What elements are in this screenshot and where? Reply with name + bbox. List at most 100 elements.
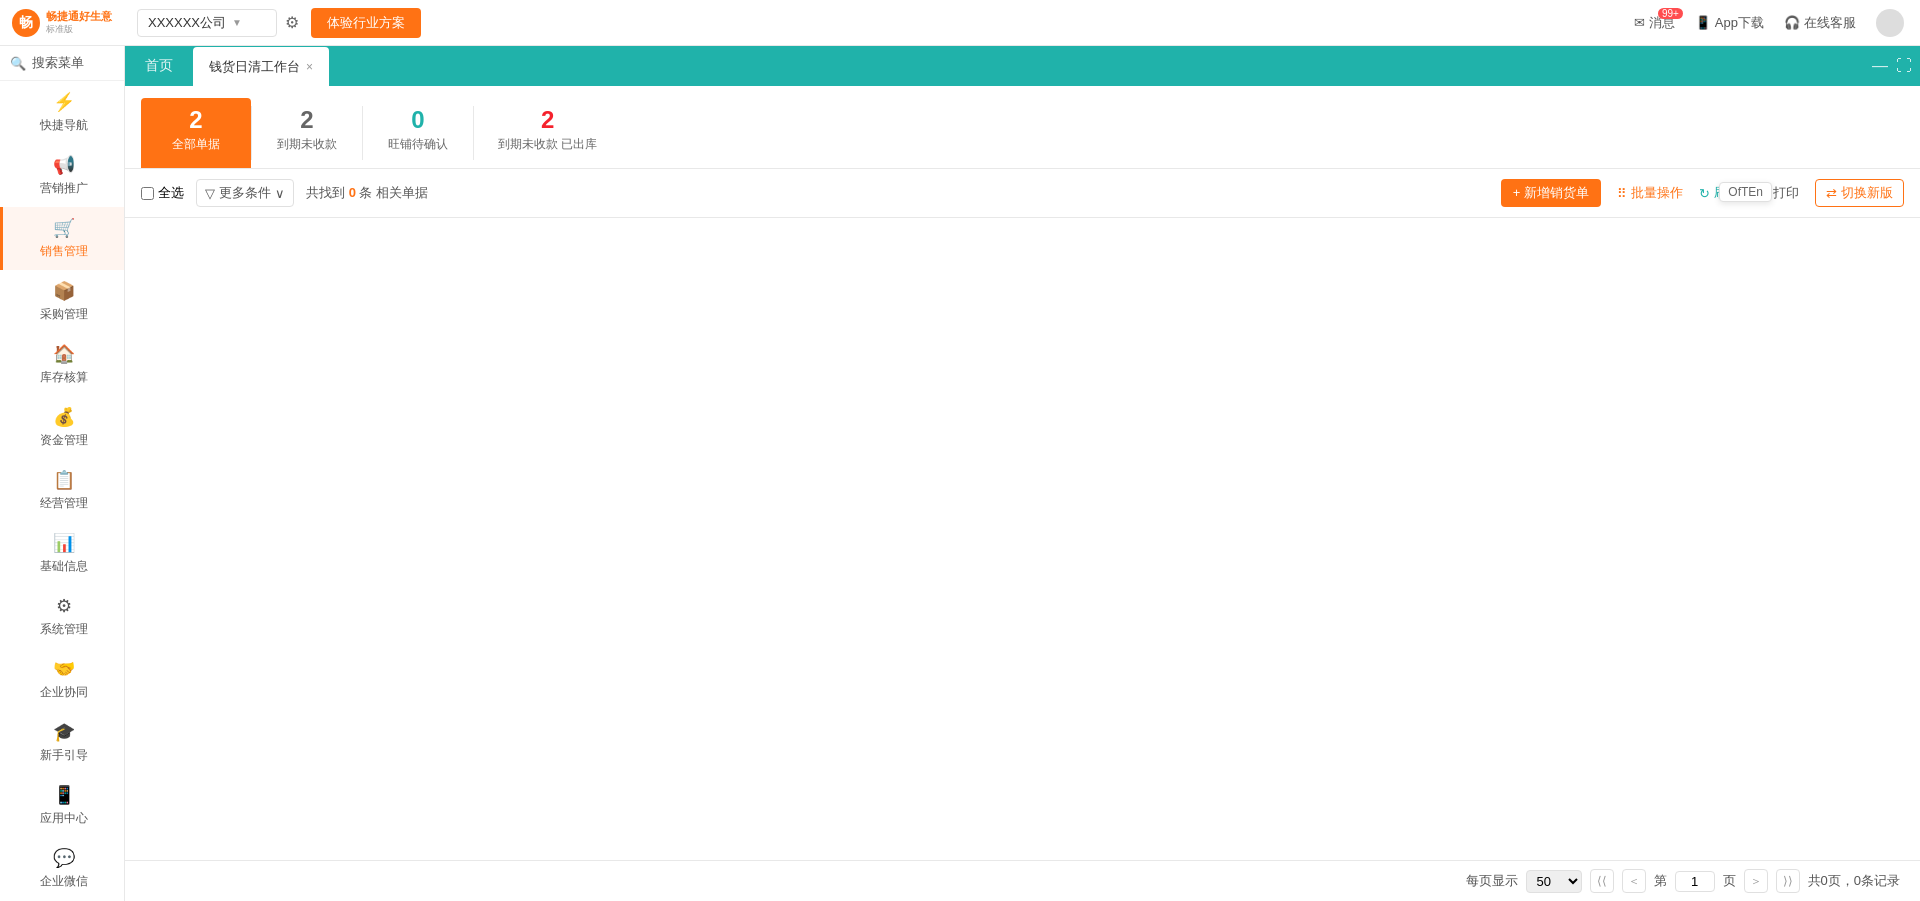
- page-size-select[interactable]: 50 20 100: [1526, 870, 1582, 893]
- sidebar-item-label: 库存核算: [40, 369, 88, 386]
- sidebar-item-guide[interactable]: 🎓 新手引导: [0, 711, 124, 774]
- page-last-button[interactable]: ⟩⟩: [1776, 869, 1800, 893]
- content-area: 首页 钱货日清工作台 × — ⛶ 2 全部单据 2 到期未收款: [125, 46, 1920, 901]
- sidebar-item-purchase[interactable]: 📦 采购管理: [0, 270, 124, 333]
- stat-label-overdue-out: 到期未收款 已出库: [498, 136, 597, 153]
- sidebar-item-label: 经营管理: [40, 495, 88, 512]
- tab-home[interactable]: 首页: [125, 46, 193, 86]
- sidebar-item-system[interactable]: ⚙ 系统管理: [0, 585, 124, 648]
- stats-tabs: 2 全部单据 2 到期未收款 0 旺铺待确认 2 到期未收款 已出库: [125, 86, 1920, 169]
- sidebar-item-quick-nav[interactable]: ⚡ 快捷导航: [0, 81, 124, 144]
- main-layout: 🔍 搜索菜单 ⚡ 快捷导航 📢 营销推广 🛒 销售管理 📦 采购管理 🏠 库存核…: [0, 46, 1920, 901]
- switch-version-button[interactable]: ⇄ 切换新版: [1815, 179, 1904, 207]
- stat-tab-wangwang[interactable]: 0 旺铺待确认: [363, 98, 473, 168]
- checkbox-input[interactable]: [141, 187, 154, 200]
- select-all-checkbox[interactable]: 全选: [141, 184, 184, 202]
- page-prev-button[interactable]: ＜: [1622, 869, 1646, 893]
- stat-num-wangwang: 0: [411, 106, 424, 134]
- sidebar-item-enterprise[interactable]: 🤝 企业协同: [0, 648, 124, 711]
- chevron-down-icon: ▼: [232, 17, 242, 28]
- search-icon: 🔍: [10, 56, 26, 71]
- enterprise-icon: 🤝: [53, 658, 75, 680]
- sidebar-item-label: 快捷导航: [40, 117, 88, 134]
- sidebar-item-label: 营销推广: [40, 180, 88, 197]
- service-item[interactable]: 🎧 在线客服: [1784, 14, 1856, 32]
- service-label: 在线客服: [1804, 14, 1856, 32]
- sidebar-item-label: 销售管理: [40, 243, 88, 260]
- sidebar-item-app-center[interactable]: 📱 应用中心: [0, 774, 124, 837]
- tab-minimize-button[interactable]: —: [1872, 57, 1888, 75]
- app-download-item[interactable]: 📱 App下载: [1695, 14, 1764, 32]
- sidebar-item-finance[interactable]: 💰 资金管理: [0, 396, 124, 459]
- found-unit: 条: [359, 185, 372, 200]
- filter-label: 更多条件: [219, 184, 271, 202]
- total-label: 共0页，0条记录: [1808, 872, 1900, 890]
- found-count: 0: [349, 185, 356, 200]
- logo-badge: 标准版: [46, 23, 112, 36]
- batch-icon: ⠿: [1617, 186, 1627, 201]
- company-name: XXXXXX公司: [148, 14, 226, 32]
- stat-tab-overdue-out[interactable]: 2 到期未收款 已出库: [474, 98, 621, 168]
- sidebar-item-label: 资金管理: [40, 432, 88, 449]
- filter-button[interactable]: ▽ 更多条件 ∨: [196, 179, 294, 207]
- tab-active[interactable]: 钱货日清工作台 ×: [193, 47, 329, 87]
- sidebar: 🔍 搜索菜单 ⚡ 快捷导航 📢 营销推广 🛒 销售管理 📦 采购管理 🏠 库存核…: [0, 46, 125, 901]
- avatar: [1876, 9, 1904, 37]
- company-selector[interactable]: XXXXXX公司 ▼: [137, 9, 277, 37]
- page-input[interactable]: [1675, 871, 1715, 892]
- page-next-button[interactable]: ＞: [1744, 869, 1768, 893]
- sidebar-item-label: 企业协同: [40, 684, 88, 701]
- basic-icon: 📊: [53, 532, 75, 554]
- chevron-down-icon: ∨: [275, 186, 285, 201]
- quick-nav-icon: ⚡: [53, 91, 75, 113]
- tab-maximize-button[interactable]: ⛶: [1896, 57, 1912, 75]
- sidebar-item-operation[interactable]: 📋 经营管理: [0, 459, 124, 522]
- refresh-icon: ↻: [1699, 186, 1710, 201]
- table-area: [125, 218, 1920, 860]
- stat-tab-overdue[interactable]: 2 到期未收款: [252, 98, 362, 168]
- pagination-bar: 每页显示 50 20 100 ⟨⟨ ＜ 第 页 ＞ ⟩⟩ 共0页，0条记录: [125, 860, 1920, 901]
- message-icon: ✉: [1634, 15, 1645, 30]
- select-all-label: 全选: [158, 184, 184, 202]
- batch-button[interactable]: ⠿ 批量操作: [1617, 184, 1683, 202]
- trial-button[interactable]: 体验行业方案: [311, 8, 421, 38]
- search-menu[interactable]: 🔍 搜索菜单: [0, 46, 124, 81]
- top-header: 畅 畅捷通好生意 标准版 XXXXXX公司 ▼ ⚙ 体验行业方案 ✉ 消息 99…: [0, 0, 1920, 46]
- switch-icon: ⇄: [1826, 186, 1837, 201]
- stat-num-overdue-out: 2: [541, 106, 554, 134]
- logo-icon: 畅: [12, 9, 40, 37]
- settings-icon[interactable]: ⚙: [285, 13, 299, 32]
- toolbar-right: + 新增销货单 ⠿ 批量操作 ↻ 刷新 🖨 打印 ⇄: [1501, 179, 1904, 207]
- page-first-button[interactable]: ⟨⟨: [1590, 869, 1614, 893]
- stat-label-all: 全部单据: [172, 136, 220, 153]
- operation-icon: 📋: [53, 469, 75, 491]
- message-item[interactable]: ✉ 消息 99+: [1634, 14, 1675, 32]
- search-menu-label: 搜索菜单: [32, 54, 84, 72]
- sidebar-item-label: 新手引导: [40, 747, 88, 764]
- stat-num-all: 2: [189, 106, 202, 134]
- sidebar-item-basic[interactable]: 📊 基础信息: [0, 522, 124, 585]
- sidebar-item-label: 系统管理: [40, 621, 88, 638]
- header-right: ✉ 消息 99+ 📱 App下载 🎧 在线客服: [1634, 9, 1908, 37]
- guide-icon: 🎓: [53, 721, 75, 743]
- tab-bar-actions: — ⛶: [1872, 57, 1920, 75]
- stat-tab-all[interactable]: 2 全部单据: [141, 98, 251, 168]
- message-badge: 99+: [1658, 8, 1683, 19]
- app-center-icon: 📱: [53, 784, 75, 806]
- empty-area: [125, 218, 1920, 860]
- stat-num-overdue: 2: [300, 106, 313, 134]
- sidebar-item-wechat[interactable]: 💬 企业微信: [0, 837, 124, 900]
- sidebar-item-sales[interactable]: 🛒 销售管理: [0, 207, 124, 270]
- new-sales-button[interactable]: + 新增销货单: [1501, 179, 1601, 207]
- system-icon: ⚙: [56, 595, 72, 617]
- page-unit: 页: [1723, 872, 1736, 890]
- avatar-area[interactable]: [1876, 9, 1908, 37]
- found-text: 共找到 0 条 相关单据: [306, 184, 428, 202]
- sidebar-item-label: 采购管理: [40, 306, 88, 323]
- page-content: 2 全部单据 2 到期未收款 0 旺铺待确认 2 到期未收款 已出库: [125, 86, 1920, 901]
- sidebar-item-marketing[interactable]: 📢 营销推广: [0, 144, 124, 207]
- tab-close-icon[interactable]: ×: [306, 60, 313, 74]
- per-page-label: 每页显示: [1466, 872, 1518, 890]
- tab-bar: 首页 钱货日清工作台 × — ⛶: [125, 46, 1920, 86]
- sidebar-item-inventory[interactable]: 🏠 库存核算: [0, 333, 124, 396]
